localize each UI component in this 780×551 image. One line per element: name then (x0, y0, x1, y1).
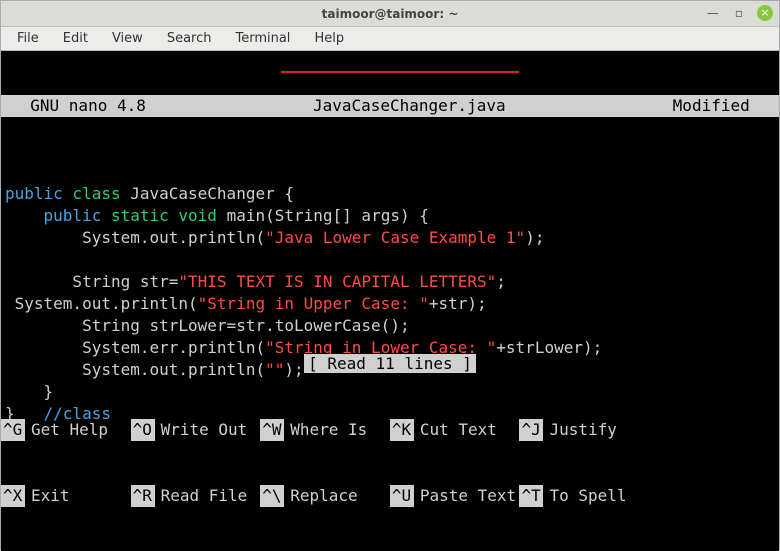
code-token: "THIS TEXT IS IN CAPITAL LETTERS" (178, 272, 496, 291)
shortcut-row-2: ^XExit ^RRead File ^\Replace ^UPaste Tex… (1, 485, 779, 507)
nano-app-name: GNU nano 4.8 (11, 95, 146, 117)
code-token: main(String[] args) { (217, 206, 429, 225)
window-title: taimoor@taimoor: ~ (322, 7, 459, 21)
code-token: public (5, 206, 101, 225)
nano-footer: [ Read 11 lines ] ^GGet Help ^OWrite Out… (1, 309, 779, 551)
menu-file[interactable]: File (7, 29, 49, 48)
code-token: JavaCaseChanger { (121, 184, 294, 203)
nano-header: GNU nano 4.8 JavaCaseChanger.java Modifi… (1, 95, 779, 117)
shortcut-get-help[interactable]: ^GGet Help (1, 419, 131, 441)
window-controls: — ▫ × (705, 5, 773, 21)
shortcut-to-spell[interactable]: ^TTo Spell (519, 485, 649, 507)
code-token: String str= (5, 272, 178, 291)
nano-filename: JavaCaseChanger.java (146, 95, 673, 117)
shortcut-read-file[interactable]: ^RRead File (131, 485, 261, 507)
shortcut-cut-text[interactable]: ^KCut Text (390, 419, 520, 441)
shortcut-justify[interactable]: ^JJustify (519, 419, 649, 441)
menu-help[interactable]: Help (304, 29, 354, 48)
shortcut-row-1: ^GGet Help ^OWrite Out ^WWhere Is ^KCut … (1, 419, 779, 441)
nano-modified: Modified (673, 95, 769, 117)
shortcut-write-out[interactable]: ^OWrite Out (131, 419, 261, 441)
shortcut-replace[interactable]: ^\Replace (260, 485, 390, 507)
nano-status-line: [ Read 11 lines ] (1, 353, 779, 375)
code-token: class (63, 184, 121, 203)
menu-search[interactable]: Search (157, 29, 222, 48)
nano-status: [ Read 11 lines ] (304, 354, 476, 373)
code-token: ; (496, 272, 506, 291)
code-token: ); (525, 228, 544, 247)
menubar: File Edit View Search Terminal Help (1, 27, 779, 51)
close-icon[interactable]: × (757, 5, 773, 21)
terminal-area[interactable]: GNU nano 4.8 JavaCaseChanger.java Modifi… (1, 51, 779, 551)
shortcut-blank (649, 485, 779, 507)
shortcut-blank (649, 419, 779, 441)
code-token: void (169, 206, 217, 225)
window-titlebar: taimoor@taimoor: ~ — ▫ × (1, 1, 779, 27)
code-token: static (101, 206, 168, 225)
filename-underline-icon (281, 71, 519, 73)
code-token: "Java Lower Case Example 1" (265, 228, 525, 247)
menu-terminal[interactable]: Terminal (225, 29, 300, 48)
shortcut-exit[interactable]: ^XExit (1, 485, 131, 507)
shortcut-paste-text[interactable]: ^UPaste Text (390, 485, 520, 507)
code-token: public (5, 184, 63, 203)
shortcut-where-is[interactable]: ^WWhere Is (260, 419, 390, 441)
maximize-icon[interactable]: ▫ (731, 5, 747, 21)
code-blank (5, 250, 15, 269)
menu-edit[interactable]: Edit (53, 29, 98, 48)
minimize-icon[interactable]: — (705, 5, 721, 21)
menu-view[interactable]: View (102, 29, 153, 48)
code-token: System.out.println( (5, 228, 265, 247)
